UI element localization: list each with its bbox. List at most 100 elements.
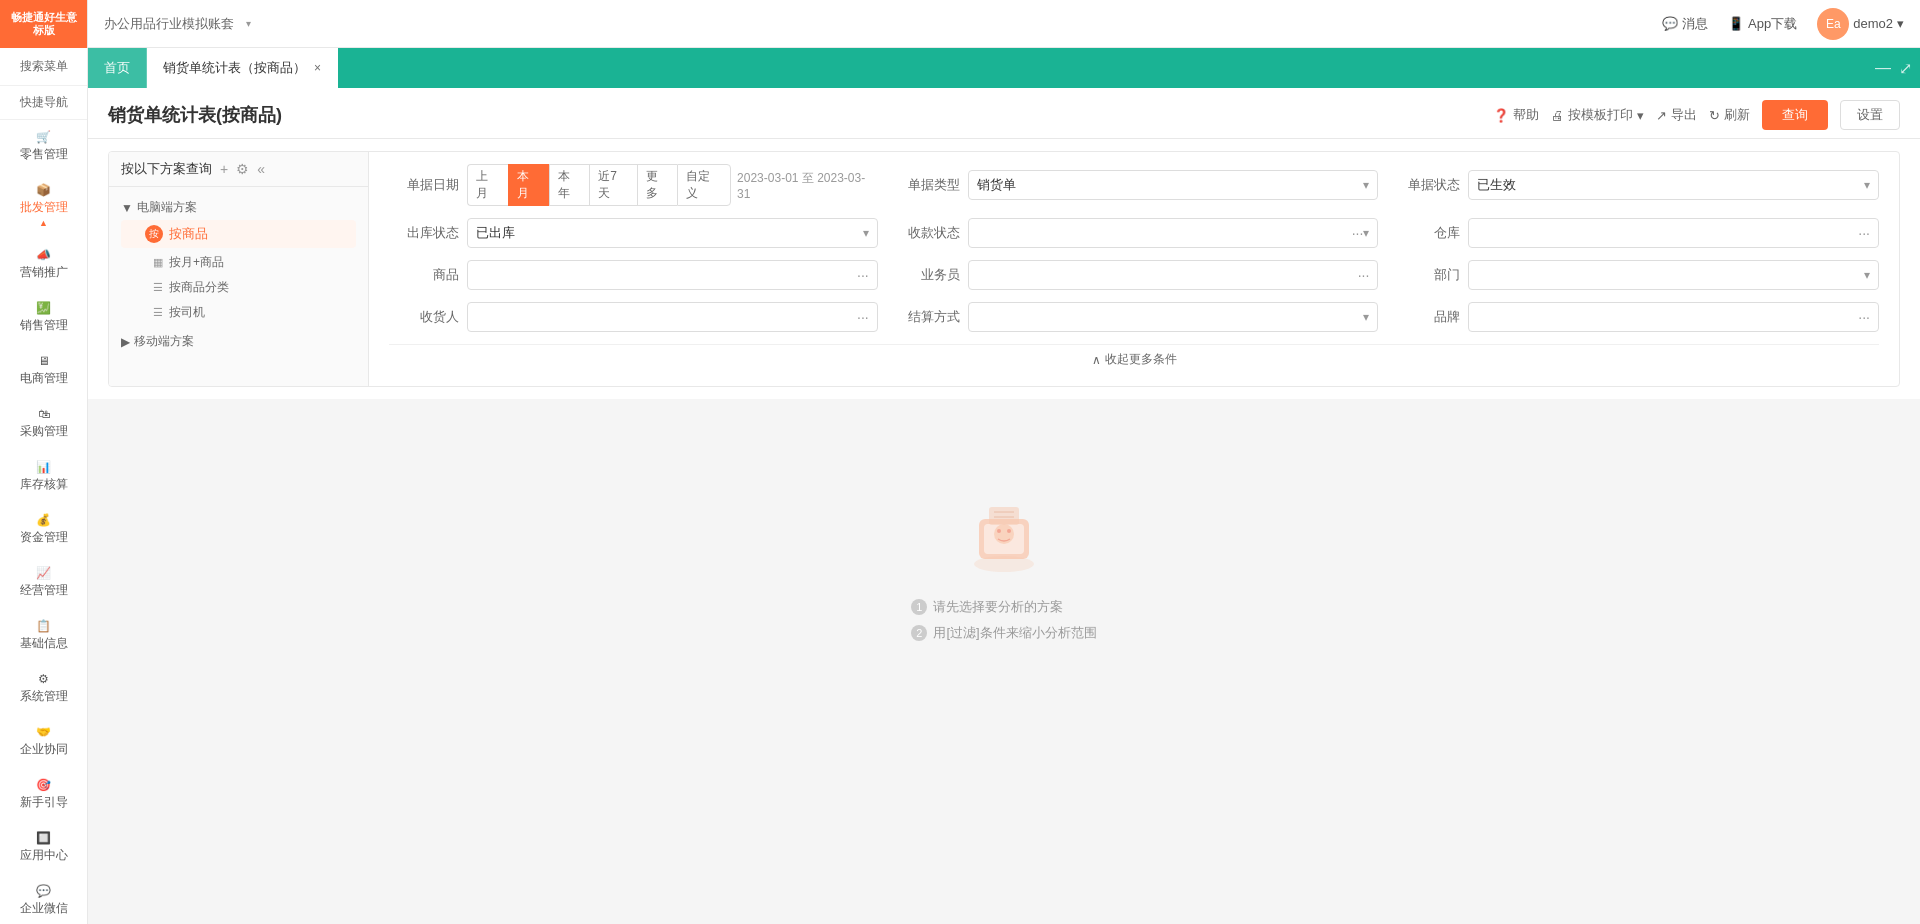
sidebar-item-ecommerce[interactable]: 🖥 电商管理: [0, 344, 87, 397]
sidebar-item-inventory[interactable]: 📊 库存核算: [0, 450, 87, 503]
doc-status-value: 已生效: [1477, 176, 1864, 194]
tab-sales-stat[interactable]: 销货单统计表（按商品） ×: [147, 48, 338, 88]
driver-icon: ☰: [153, 306, 163, 319]
industry-dropdown[interactable]: ▾: [246, 18, 251, 29]
tab-minimize-icon[interactable]: —: [1875, 59, 1891, 77]
industry-label: 办公用品行业模拟账套: [104, 15, 234, 33]
scheme-item-by-goods[interactable]: 按 按商品: [121, 220, 356, 248]
date-tab-this-month[interactable]: 本月: [508, 164, 549, 206]
collab-icon: 🤝: [36, 725, 51, 739]
goods-dots[interactable]: ···: [857, 267, 869, 283]
sidebar-item-basic[interactable]: 📋 基础信息: [0, 609, 87, 662]
dept-dropdown-icon[interactable]: ▾: [1864, 268, 1870, 282]
page-title: 销货单统计表(按商品): [108, 103, 282, 127]
main-container: 办公用品行业模拟账套 ▾ 💬 消息 📱 App下载 Ea demo2 ▾ 首页 …: [88, 0, 1920, 924]
filter-area: 按以下方案查询 + ⚙ « ▼ 电脑端方案: [88, 139, 1920, 399]
goods-label: 商品: [389, 266, 459, 284]
retail-icon: 🛒: [36, 130, 51, 144]
sidebar-item-operation[interactable]: 📈 经营管理: [0, 556, 87, 609]
top-bar-right: 💬 消息 📱 App下载 Ea demo2 ▾: [1662, 8, 1904, 40]
stock-status-dropdown-icon[interactable]: ▾: [863, 226, 869, 240]
scheme-item-driver[interactable]: ☰ 按司机: [121, 300, 356, 325]
tab-home[interactable]: 首页: [88, 48, 147, 88]
filter-stock-status-field: 出库状态 已出库 ▾: [389, 218, 878, 248]
sidebar-item-wholesale[interactable]: 📦 批发管理 ▲: [0, 173, 87, 238]
settings-button[interactable]: 设置: [1840, 100, 1900, 130]
system-icon: ⚙: [38, 672, 49, 686]
warehouse-dots[interactable]: ···: [1858, 225, 1870, 241]
sidebar-item-collab[interactable]: 🤝 企业协同: [0, 715, 87, 768]
sidebar-item-system[interactable]: ⚙ 系统管理: [0, 662, 87, 715]
payment-label: 结算方式: [890, 308, 960, 326]
add-scheme-btn[interactable]: +: [220, 161, 228, 177]
scheme-item-month-goods[interactable]: ▦ 按月+商品: [121, 250, 356, 275]
scheme-group-expand-icon: ▼: [121, 201, 133, 215]
message-btn[interactable]: 💬 消息: [1662, 15, 1708, 33]
receiver-dots[interactable]: ···: [857, 309, 869, 325]
doc-type-control[interactable]: 销货单 ▾: [968, 170, 1379, 200]
scheme-group-mobile-label[interactable]: ▶ 移动端方案: [121, 333, 356, 350]
date-tab-this-year[interactable]: 本年: [549, 164, 590, 206]
filter-warehouse-field: 仓库 ···: [1390, 218, 1879, 248]
brand-control[interactable]: ···: [1468, 302, 1879, 332]
receiver-control[interactable]: ···: [467, 302, 878, 332]
quick-nav[interactable]: 快捷导航: [0, 86, 87, 120]
salesperson-control[interactable]: ···: [968, 260, 1379, 290]
refresh-btn[interactable]: ↻ 刷新: [1709, 106, 1750, 124]
export-btn[interactable]: ↗ 导出: [1656, 106, 1697, 124]
scheme-group-pc-label[interactable]: ▼ 电脑端方案: [121, 199, 356, 216]
app-download-btn[interactable]: 📱 App下载: [1728, 15, 1797, 33]
filter-row-1: 单据日期 上月 本月 本年 近7天 更多 自定义 20: [389, 164, 1879, 206]
date-tab-last-month[interactable]: 上月: [467, 164, 508, 206]
sidebar-item-apps[interactable]: 🔲 应用中心: [0, 821, 87, 874]
sidebar-item-sales[interactable]: 💹 销售管理: [0, 291, 87, 344]
warehouse-control[interactable]: ···: [1468, 218, 1879, 248]
collapse-scheme-btn[interactable]: «: [257, 161, 265, 177]
payment-dropdown-icon[interactable]: ▾: [1363, 310, 1369, 324]
settings-scheme-btn[interactable]: ⚙: [236, 161, 249, 177]
receipt-status-control[interactable]: ··· ▾: [968, 218, 1379, 248]
doc-type-value: 销货单: [977, 176, 1364, 194]
doc-type-dropdown-icon[interactable]: ▾: [1363, 178, 1369, 192]
stock-status-control[interactable]: 已出库 ▾: [467, 218, 878, 248]
query-button[interactable]: 查询: [1762, 100, 1828, 130]
dept-control[interactable]: ▾: [1468, 260, 1879, 290]
receipt-status-dropdown-icon[interactable]: ▾: [1363, 226, 1369, 240]
user-dropdown-arrow: ▾: [1897, 16, 1904, 31]
payment-control[interactable]: ▾: [968, 302, 1379, 332]
collapse-filters-btn[interactable]: ∧ 收起更多条件: [389, 344, 1879, 374]
scheme-item-goods-cat[interactable]: ☰ 按商品分类: [121, 275, 356, 300]
date-tab-7days[interactable]: 近7天: [589, 164, 636, 206]
tab-close-icon[interactable]: ×: [314, 61, 321, 75]
right-filter: 单据日期 上月 本月 本年 近7天 更多 自定义 20: [369, 152, 1899, 386]
purchase-icon: 🛍: [38, 407, 50, 421]
doc-status-control[interactable]: 已生效 ▾: [1468, 170, 1879, 200]
sidebar-item-retail[interactable]: 🛒 零售管理: [0, 120, 87, 173]
salesperson-dots[interactable]: ···: [1358, 267, 1370, 283]
tab-maximize-icon[interactable]: ⤢: [1899, 59, 1912, 78]
download-icon: 📱: [1728, 16, 1744, 31]
sidebar-item-guide[interactable]: 🎯 新手引导: [0, 768, 87, 821]
operation-icon: 📈: [36, 566, 51, 580]
help-btn[interactable]: ❓ 帮助: [1493, 106, 1539, 124]
date-tab-more[interactable]: 更多: [637, 164, 678, 206]
date-tab-custom[interactable]: 自定义: [677, 164, 731, 206]
sidebar-item-marketing[interactable]: 📣 营销推广: [0, 238, 87, 291]
date-tabs: 上月 本月 本年 近7天 更多 自定义: [467, 164, 731, 206]
brand-dots[interactable]: ···: [1858, 309, 1870, 325]
print-btn[interactable]: 🖨 按模板打印 ▾: [1551, 106, 1644, 124]
doc-status-dropdown-icon[interactable]: ▾: [1864, 178, 1870, 192]
sidebar-item-purchase[interactable]: 🛍 采购管理: [0, 397, 87, 450]
scheme-group-pc: ▼ 电脑端方案 按 按商品 ▦ 按月+商品: [109, 195, 368, 329]
stock-status-value: 已出库: [476, 224, 863, 242]
user-area[interactable]: Ea demo2 ▾: [1817, 8, 1904, 40]
filter-receiver-field: 收货人 ···: [389, 302, 878, 332]
receipt-status-dots[interactable]: ···: [1352, 225, 1364, 241]
sidebar-item-finance[interactable]: 💰 资金管理: [0, 503, 87, 556]
receiver-label: 收货人: [389, 308, 459, 326]
sidebar-item-wechat[interactable]: 💬 企业微信: [0, 874, 87, 924]
date-filter: 上月 本月 本年 近7天 更多 自定义 2023-03-01 至 2023-03…: [467, 164, 878, 206]
search-menu[interactable]: 搜索菜单: [0, 48, 87, 86]
goods-control[interactable]: ···: [467, 260, 878, 290]
empty-state: 1 请先选择要分析的方案 2 用[过滤]条件来缩小分析范围: [88, 399, 1920, 722]
